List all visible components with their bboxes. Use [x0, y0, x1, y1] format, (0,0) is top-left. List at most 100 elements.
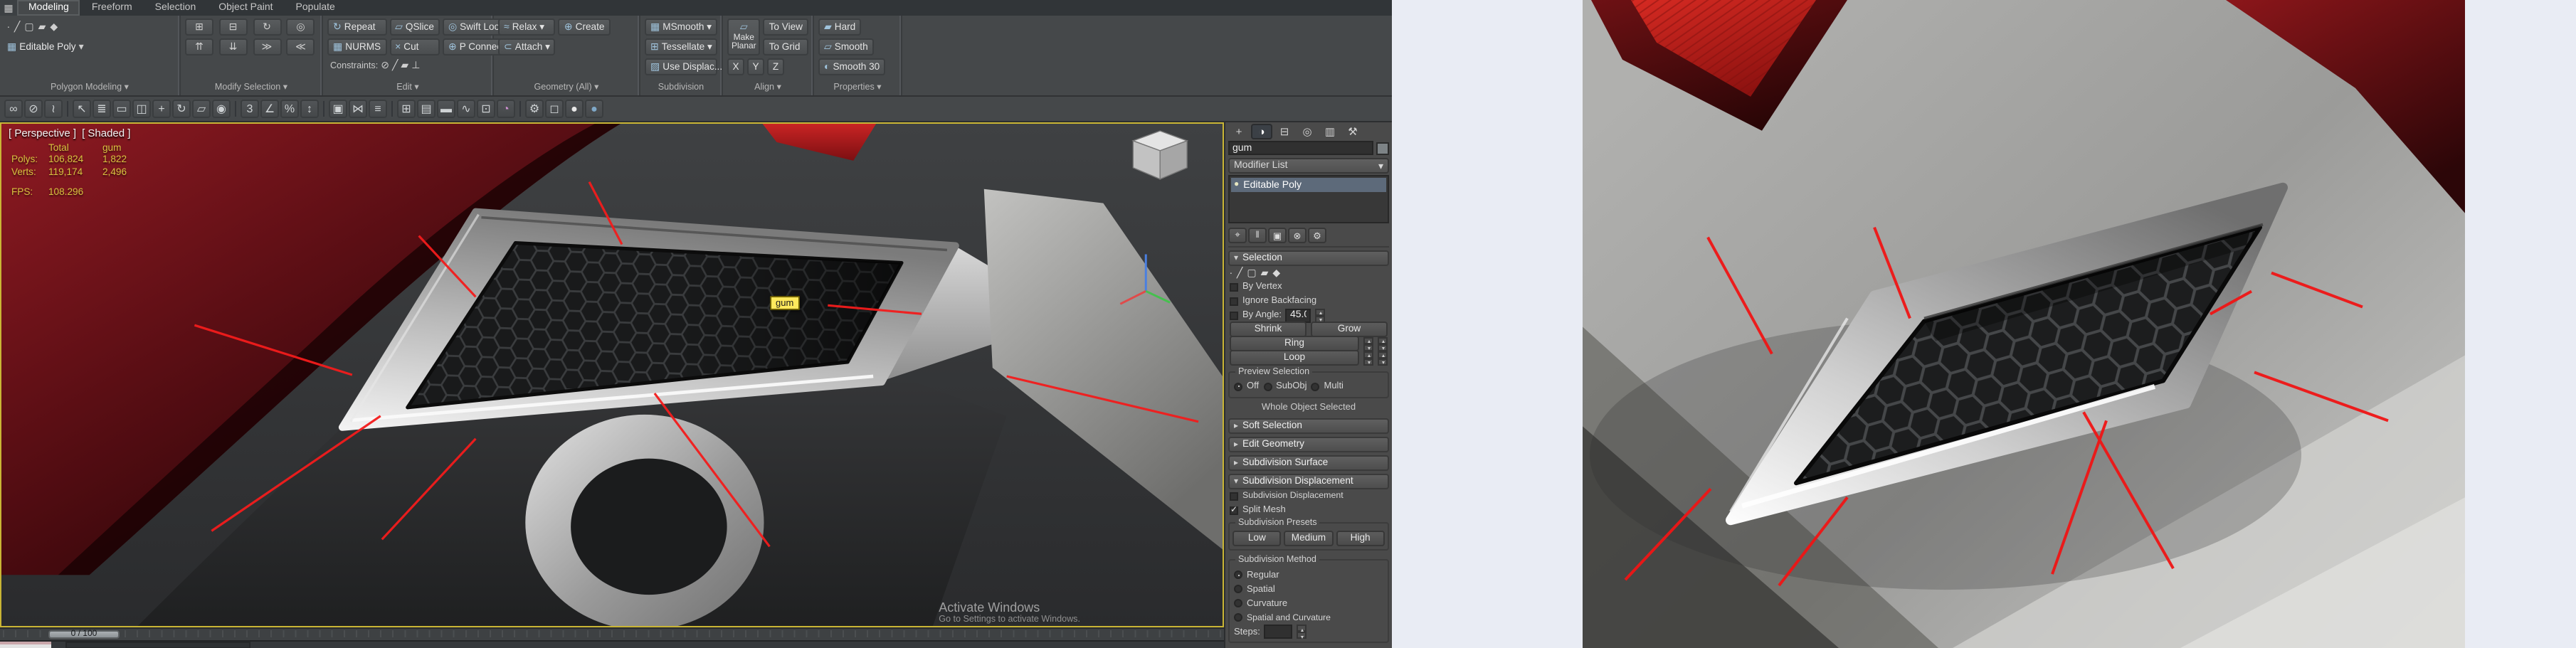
- maxscript-mini-listener[interactable]: [0, 641, 51, 648]
- percent-snap-icon[interactable]: %: [280, 99, 299, 118]
- editable-poly-selector[interactable]: ▦ Editable Poly ▾: [4, 38, 175, 55]
- rollout-soft-selection[interactable]: ▸ Soft Selection: [1228, 418, 1389, 434]
- stack-item-editable-poly[interactable]: ● Editable Poly: [1231, 178, 1386, 193]
- layer-explorer-icon[interactable]: ▤: [417, 99, 436, 118]
- ring-selection-icon[interactable]: ◎: [286, 18, 315, 36]
- loop-spinner-up[interactable]: [1363, 351, 1373, 366]
- attach-button[interactable]: ⊂ Attach ▾: [498, 38, 556, 55]
- align-y-button[interactable]: Y: [747, 58, 764, 75]
- preview-multi-radio[interactable]: [1311, 382, 1320, 391]
- repeat-button[interactable]: ↻ Repeat: [327, 18, 387, 36]
- ribbon-tab-object-paint[interactable]: Object Paint: [207, 0, 284, 16]
- bind-to-space-warp-icon[interactable]: ≀: [44, 99, 63, 118]
- rectangular-selection-region-icon[interactable]: ▭: [112, 99, 131, 118]
- viewport-perspective[interactable]: [ Perspective ] [ Shaded ] Total gum Pol…: [0, 122, 1224, 627]
- remove-modifier-button[interactable]: ⊗: [1288, 228, 1307, 244]
- element-subobject-icon[interactable]: ◆: [1272, 267, 1280, 279]
- rollout-edit-geometry[interactable]: ▸ Edit Geometry: [1228, 436, 1389, 452]
- preview-off-radio[interactable]: [1234, 382, 1242, 391]
- panel-label-properties[interactable]: Properties ▾: [818, 81, 897, 95]
- smooth-button[interactable]: ▱ Smooth: [818, 38, 874, 55]
- make-planar-button[interactable]: ▱ Make Planar: [727, 18, 761, 55]
- method-curvature-radio[interactable]: [1234, 599, 1242, 608]
- modifier-list-dropdown[interactable]: Modifier List ▾: [1228, 158, 1389, 174]
- timeline-track[interactable]: 0 / 100: [0, 627, 1224, 639]
- material-editor-icon[interactable]: ◔: [497, 99, 515, 118]
- modify-tab-icon[interactable]: ◑: [1251, 123, 1272, 139]
- create-button[interactable]: ⊕ Create: [558, 18, 611, 36]
- polygon-subobject-icon[interactable]: ▰: [1261, 267, 1269, 279]
- ribbon-tab-freeform[interactable]: Freeform: [80, 0, 144, 16]
- polygon-mode-icon[interactable]: ▰: [38, 22, 46, 32]
- ring-grow-icon[interactable]: ≫: [253, 38, 281, 55]
- by-angle-spinner[interactable]: [1315, 308, 1326, 323]
- constraint-edge-icon[interactable]: ╱: [392, 60, 398, 70]
- curve-editor-icon[interactable]: ∿: [457, 99, 475, 118]
- hierarchy-tab-icon[interactable]: ⊟: [1274, 124, 1295, 139]
- smooth-30-button[interactable]: ◐ Smooth 30: [818, 58, 886, 75]
- rollout-subdivision-displacement[interactable]: ▾ Subdivision Displacement: [1228, 473, 1389, 489]
- method-spatial-radio[interactable]: [1234, 585, 1242, 594]
- ribbon-tab-populate[interactable]: Populate: [285, 0, 347, 16]
- element-mode-icon[interactable]: ◆: [50, 22, 58, 32]
- unlink-selection-icon[interactable]: ⊘: [24, 99, 43, 118]
- ring-button[interactable]: Ring: [1230, 336, 1359, 352]
- shrink-button[interactable]: Shrink: [1230, 322, 1307, 338]
- snaps-toggle-icon[interactable]: 3: [241, 99, 259, 118]
- vertex-subobject-icon[interactable]: ∙: [1230, 268, 1232, 278]
- border-mode-icon[interactable]: ▢: [24, 22, 33, 32]
- ring-spinner-down[interactable]: [1378, 336, 1388, 351]
- rendered-frame-window-icon[interactable]: ◻: [545, 99, 564, 118]
- render-setup-icon[interactable]: ⚙: [525, 99, 544, 118]
- angle-snap-icon[interactable]: ∠: [260, 99, 279, 118]
- by-vertex-checkbox[interactable]: [1230, 282, 1238, 292]
- constraint-normal-icon[interactable]: ⊥: [411, 60, 420, 70]
- rollout-subdivision-surface[interactable]: ▸ Subdivision Surface: [1228, 455, 1389, 471]
- subdivision-displacement-checkbox[interactable]: [1230, 492, 1238, 501]
- render-iterative-icon[interactable]: ●: [585, 99, 603, 118]
- window-crossing-icon[interactable]: ◫: [132, 99, 151, 118]
- panel-label-edit[interactable]: Edit ▾: [327, 81, 488, 95]
- viewport-shading-label[interactable]: [ Shaded ]: [82, 126, 130, 139]
- object-name-field[interactable]: [1228, 141, 1373, 156]
- panel-label-subdivision[interactable]: Subdivision: [645, 81, 717, 95]
- select-and-rotate-icon[interactable]: ↻: [172, 99, 191, 118]
- make-unique-button[interactable]: ▣: [1268, 228, 1287, 244]
- ribbon-toggle-icon[interactable]: ▬: [437, 99, 455, 118]
- modifier-stack[interactable]: ● Editable Poly: [1228, 175, 1389, 224]
- loop-spinner-down[interactable]: [1378, 351, 1388, 366]
- edge-subobject-icon[interactable]: ╱: [1237, 267, 1242, 279]
- select-and-link-icon[interactable]: ∞: [4, 99, 23, 118]
- panel-label-geometry-all[interactable]: Geometry (All) ▾: [498, 81, 635, 95]
- spinner-snap-icon[interactable]: ↕: [300, 99, 319, 118]
- time-slider-handle[interactable]: 0 / 100: [48, 630, 120, 639]
- preset-high-button[interactable]: High: [1336, 531, 1385, 547]
- utilities-tab-icon[interactable]: ⚒: [1342, 124, 1363, 139]
- panel-label-align[interactable]: Align ▾: [727, 81, 808, 95]
- object-color-swatch[interactable]: [1376, 142, 1389, 155]
- constraint-face-icon[interactable]: ▰: [401, 60, 408, 70]
- motion-tab-icon[interactable]: ◎: [1297, 124, 1318, 139]
- rollout-selection[interactable]: ▾ Selection: [1228, 250, 1389, 267]
- loop-grow-icon[interactable]: ⇈: [185, 38, 213, 55]
- preset-low-button[interactable]: Low: [1232, 531, 1282, 547]
- lightbulb-icon[interactable]: ●: [1234, 181, 1239, 190]
- ribbon-tab-modeling[interactable]: Modeling: [17, 0, 80, 16]
- method-spatial-curvature-radio[interactable]: [1234, 613, 1242, 622]
- loop-shrink-icon[interactable]: ⇊: [218, 38, 248, 55]
- named-selection-sets-icon[interactable]: ▣: [329, 99, 347, 118]
- panel-label-modify-selection[interactable]: Modify Selection ▾: [185, 81, 317, 95]
- by-angle-checkbox[interactable]: [1230, 311, 1238, 320]
- cut-button[interactable]: × Cut: [389, 38, 440, 55]
- by-angle-value-field[interactable]: [1285, 308, 1311, 323]
- select-by-name-icon[interactable]: ≣: [93, 99, 111, 118]
- render-production-icon[interactable]: ●: [565, 99, 584, 118]
- split-mesh-checkbox[interactable]: ✓: [1230, 506, 1238, 514]
- constraint-none-icon[interactable]: ⊘: [381, 60, 389, 70]
- display-tab-icon[interactable]: ▥: [1319, 124, 1341, 139]
- ring-shrink-icon[interactable]: ≪: [286, 38, 315, 55]
- grow-selection-icon[interactable]: ⊞: [185, 18, 213, 36]
- show-end-result-button[interactable]: ‖: [1248, 228, 1267, 244]
- ring-spinner-up[interactable]: [1363, 336, 1373, 351]
- select-object-icon[interactable]: ↖: [73, 99, 91, 118]
